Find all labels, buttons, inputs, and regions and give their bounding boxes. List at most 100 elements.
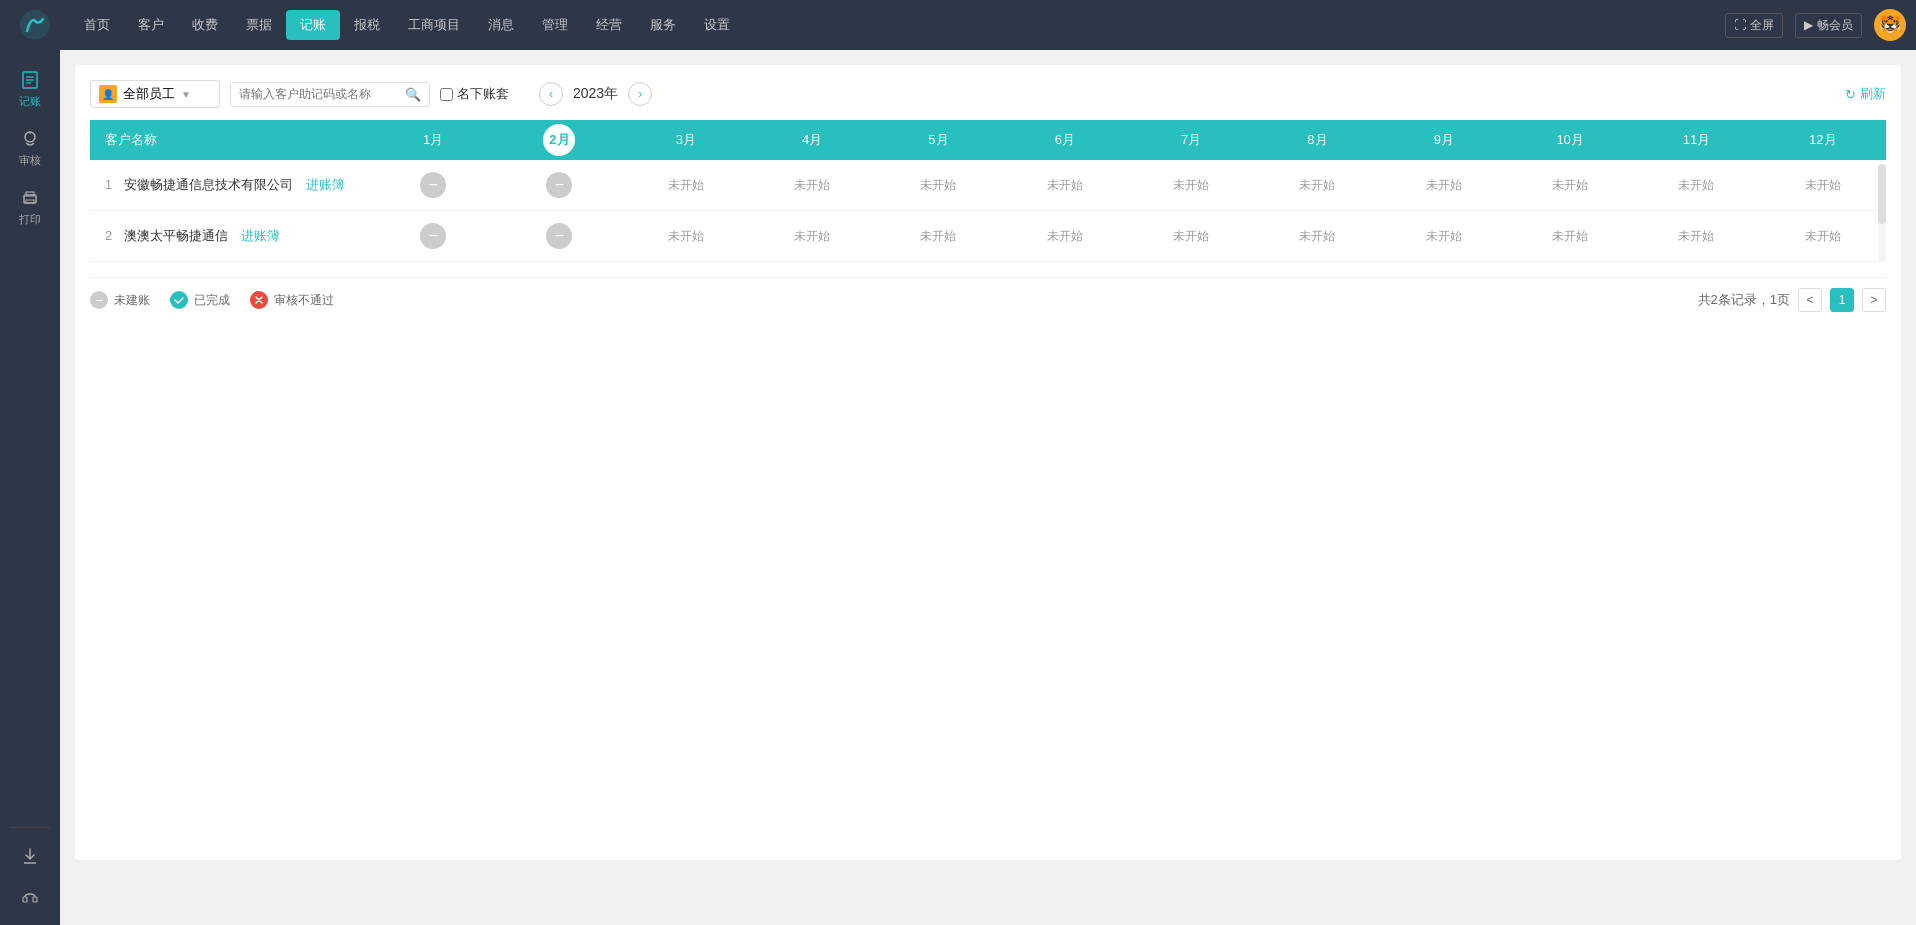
nav-messages[interactable]: 消息 xyxy=(474,10,528,40)
next-year-button[interactable]: › xyxy=(628,82,652,106)
fullscreen-icon: ⛶ xyxy=(1734,18,1746,32)
nav-service[interactable]: 服务 xyxy=(636,10,690,40)
status-dash-2-2: − xyxy=(546,223,572,249)
print-icon xyxy=(20,188,40,208)
nav-fees[interactable]: 收费 xyxy=(178,10,232,40)
nav-bookkeeping[interactable]: 记账 xyxy=(286,10,340,40)
table-row: 2 澳澳太平畅捷通信 进账簿 − − 未开始 未开始 未开始 xyxy=(90,211,1886,262)
status-not-started: 未开始 xyxy=(1299,229,1335,243)
svg-point-0 xyxy=(20,10,50,40)
status-not-started: 未开始 xyxy=(1299,178,1335,192)
col-name: 客户名称 xyxy=(90,120,370,160)
nav-customer[interactable]: 客户 xyxy=(124,10,178,40)
status-not-started: 未开始 xyxy=(1552,178,1588,192)
active-month-circle: 2月 xyxy=(543,124,575,156)
status-not-started: 未开始 xyxy=(920,229,956,243)
fullscreen-button[interactable]: ⛶ 全屏 xyxy=(1725,13,1783,38)
row-index-1: 1 xyxy=(105,177,112,192)
sidebar-item-download[interactable] xyxy=(10,838,50,874)
status-not-started: 未开始 xyxy=(668,178,704,192)
content-panel: 👤 全部员工 ▼ 🔍 名下账套 ‹ 2023年 › ↻ 刷新 xyxy=(75,65,1901,860)
status-not-started: 未开始 xyxy=(1173,229,1209,243)
sidebar-item-audit[interactable]: 审核 xyxy=(0,119,60,178)
year-label: 2023年 xyxy=(573,85,618,103)
status-not-started: 未开始 xyxy=(1047,178,1083,192)
sidebar-item-headset[interactable] xyxy=(10,879,50,915)
status-not-started: 未开始 xyxy=(1426,178,1462,192)
prev-page-button[interactable]: < xyxy=(1798,288,1822,312)
sidebar-print-label: 打印 xyxy=(19,212,41,227)
nav-home[interactable]: 首页 xyxy=(70,10,124,40)
sidebar-item-bookkeeping[interactable]: 记账 xyxy=(0,60,60,119)
sidebar-divider xyxy=(10,827,50,828)
toolbar-right: ↻ 刷新 xyxy=(1845,85,1886,103)
search-input[interactable] xyxy=(239,87,399,101)
cell-m10-1: 未开始 xyxy=(1507,160,1633,211)
legend-rejected-label: 审核不通过 xyxy=(274,292,334,309)
audit-icon xyxy=(20,129,40,149)
cell-m4-2: 未开始 xyxy=(749,211,875,262)
cell-m8-2: 未开始 xyxy=(1254,211,1380,262)
col-m1: 1月 xyxy=(370,120,496,160)
legend-not-started: − 未建账 xyxy=(90,291,150,309)
col-m4: 4月 xyxy=(749,120,875,160)
vip-button[interactable]: ▶ 畅会员 xyxy=(1795,13,1862,38)
search-icon[interactable]: 🔍 xyxy=(405,87,421,102)
fullscreen-label: 全屏 xyxy=(1750,17,1774,34)
cell-m9-2: 未开始 xyxy=(1381,211,1507,262)
cell-m12-2: 未开始 xyxy=(1760,211,1886,262)
nav-manage[interactable]: 管理 xyxy=(528,10,582,40)
refresh-button[interactable]: ↻ 刷新 xyxy=(1845,85,1886,103)
download-icon xyxy=(20,846,40,866)
main-content: 👤 全部员工 ▼ 🔍 名下账套 ‹ 2023年 › ↻ 刷新 xyxy=(60,50,1916,925)
nav-invoice[interactable]: 票据 xyxy=(232,10,286,40)
status-not-started: 未开始 xyxy=(794,178,830,192)
cell-m3-2: 未开始 xyxy=(623,211,749,262)
my-accounts-checkbox[interactable] xyxy=(440,88,453,101)
sidebar-audit-label: 审核 xyxy=(19,153,41,168)
nav-right-area: ⛶ 全屏 ▶ 畅会员 🐯 xyxy=(1725,9,1906,41)
legend-completed: 已完成 xyxy=(170,291,230,309)
prev-year-button[interactable]: ‹ xyxy=(539,82,563,106)
status-not-started: 未开始 xyxy=(1173,178,1209,192)
status-dash-1-2: − xyxy=(546,172,572,198)
cell-m1-1: − xyxy=(370,160,496,211)
refresh-label: 刷新 xyxy=(1860,85,1886,103)
enter-ledger-link-2[interactable]: 进账簿 xyxy=(241,228,280,243)
total-records-label: 共2条记录，1页 xyxy=(1698,291,1790,309)
col-m12: 12月 xyxy=(1760,120,1886,160)
nav-business[interactable]: 工商项目 xyxy=(394,10,474,40)
chevron-down-icon: ▼ xyxy=(181,89,191,100)
cell-m4-1: 未开始 xyxy=(749,160,875,211)
employee-select[interactable]: 👤 全部员工 ▼ xyxy=(90,80,220,108)
cell-m5-2: 未开始 xyxy=(875,211,1001,262)
cell-m6-1: 未开始 xyxy=(1002,160,1128,211)
search-wrap: 🔍 xyxy=(230,82,430,107)
status-dash-1-1: − xyxy=(420,172,446,198)
status-not-started: 未开始 xyxy=(1552,229,1588,243)
page-1-button[interactable]: 1 xyxy=(1830,288,1854,312)
table-header: 客户名称 1月 2月 3月 4月 5月 6月 7月 8月 9月 10月 11月 xyxy=(90,120,1886,160)
cell-m12-1: 未开始 xyxy=(1760,160,1886,211)
checkmark-icon xyxy=(173,294,185,306)
scrollbar-thumb[interactable] xyxy=(1878,164,1886,224)
sidebar-item-print[interactable]: 打印 xyxy=(0,178,60,237)
next-page-button[interactable]: > xyxy=(1862,288,1886,312)
user-avatar[interactable]: 🐯 xyxy=(1874,9,1906,41)
nav-tax[interactable]: 报税 xyxy=(340,10,394,40)
status-not-started: 未开始 xyxy=(1678,229,1714,243)
legend-not-started-label: 未建账 xyxy=(114,292,150,309)
my-accounts-label: 名下账套 xyxy=(457,85,509,103)
cell-m5-1: 未开始 xyxy=(875,160,1001,211)
status-not-started: 未开始 xyxy=(1047,229,1083,243)
vip-icon: ▶ xyxy=(1804,18,1813,32)
col-m7: 7月 xyxy=(1128,120,1254,160)
app-logo xyxy=(10,9,60,41)
nav-settings[interactable]: 设置 xyxy=(690,10,744,40)
my-accounts-checkbox-label[interactable]: 名下账套 xyxy=(440,85,509,103)
year-navigation: ‹ 2023年 › xyxy=(539,82,652,106)
nav-items: 首页 客户 收费 票据 记账 报税 工商项目 消息 管理 经营 服务 设置 xyxy=(70,10,1725,40)
nav-operations[interactable]: 经营 xyxy=(582,10,636,40)
table-row: 1 安徽畅捷通信息技术有限公司 进账簿 − − 未开始 未开始 未开始 xyxy=(90,160,1886,211)
enter-ledger-link-1[interactable]: 进账簿 xyxy=(306,177,345,192)
